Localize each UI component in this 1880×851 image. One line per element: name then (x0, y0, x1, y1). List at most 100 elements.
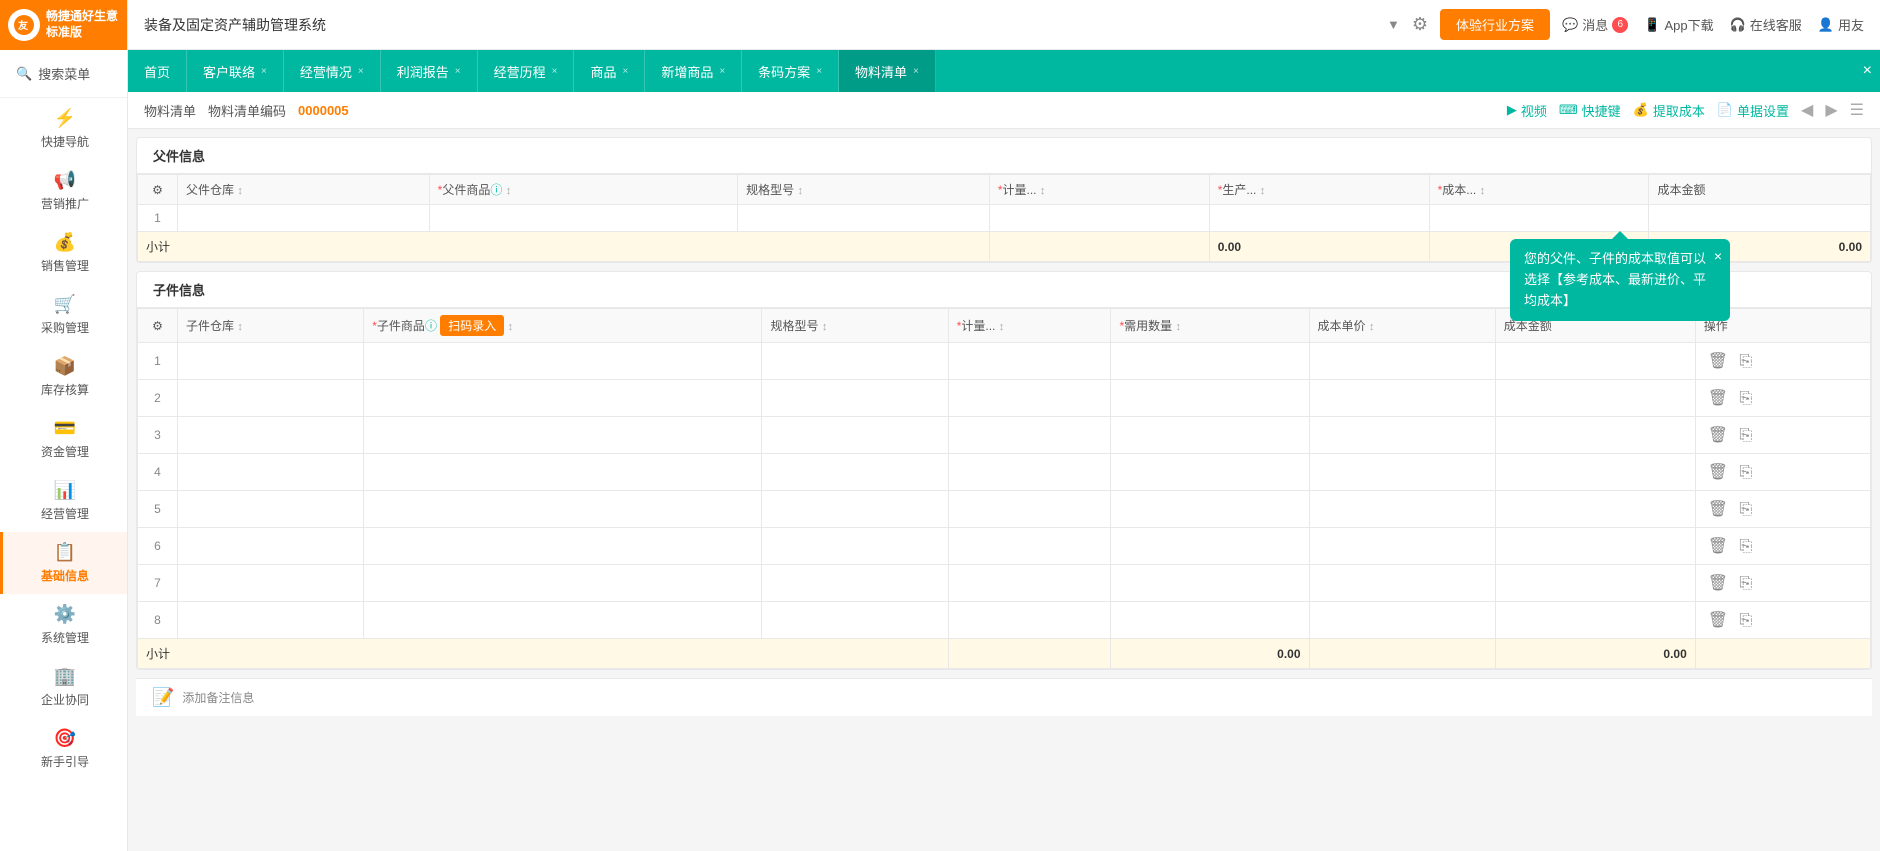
tab-close-icon[interactable]: × (358, 66, 364, 77)
sidebar-item-sales[interactable]: 💰 销售管理 (0, 222, 127, 284)
cell-child-amount[interactable] (1495, 528, 1695, 565)
cell-child-spec[interactable] (762, 528, 948, 565)
tab-close-icon[interactable]: × (455, 66, 461, 77)
tab-close-icon[interactable]: × (552, 66, 558, 77)
sidebar-item-enterprise[interactable]: 🏢 企业协同 (0, 656, 127, 718)
tab-history[interactable]: 经营历程 × (478, 50, 575, 92)
search-menu-button[interactable]: 🔍 搜索菜单 (8, 58, 119, 89)
cell-child-product[interactable] (364, 491, 762, 528)
cell-child-spec[interactable] (762, 602, 948, 639)
info-icon[interactable]: ⓘ (490, 183, 502, 197)
cell-child-amount[interactable] (1495, 417, 1695, 454)
info-icon[interactable]: ⓘ (425, 319, 437, 333)
cell-unit[interactable] (989, 205, 1209, 232)
sort-icon[interactable]: ↕ (1480, 185, 1486, 197)
sort-icon[interactable]: ↕ (1175, 321, 1181, 333)
cell-child-warehouse[interactable] (178, 343, 364, 380)
cell-child-amount[interactable] (1495, 565, 1695, 602)
cell-child-qty[interactable] (1111, 565, 1309, 602)
nav-next-icon[interactable]: ▶ (1825, 100, 1837, 120)
sort-icon[interactable]: ↕ (1260, 185, 1266, 197)
cell-child-unit-cost[interactable] (1309, 380, 1495, 417)
cell-child-product[interactable] (364, 528, 762, 565)
cell-child-unit-cost[interactable] (1309, 491, 1495, 528)
delete-row-button[interactable]: 🗑 (1704, 571, 1732, 595)
copy-row-button[interactable]: ⎘ (1735, 351, 1756, 373)
sidebar-item-inventory[interactable]: 📦 库存核算 (0, 346, 127, 408)
cell-cost[interactable] (1429, 205, 1649, 232)
tab-product[interactable]: 商品 × (574, 50, 645, 92)
cell-child-qty[interactable] (1111, 454, 1309, 491)
cell-product[interactable] (429, 205, 738, 232)
sort-icon[interactable]: ↕ (506, 185, 512, 197)
cell-child-unit[interactable] (948, 565, 1111, 602)
cell-child-amount[interactable] (1495, 491, 1695, 528)
scan-input-button[interactable]: 扫码录入 (440, 315, 504, 336)
sort-icon[interactable]: ↕ (822, 321, 828, 333)
cell-child-warehouse[interactable] (178, 602, 364, 639)
menu-icon[interactable]: ☰ (1850, 100, 1864, 120)
cell-child-qty[interactable] (1111, 417, 1309, 454)
cell-child-unit-cost[interactable] (1309, 343, 1495, 380)
close-tab-icon[interactable]: × (1863, 62, 1872, 80)
cell-child-warehouse[interactable] (178, 417, 364, 454)
th-settings[interactable]: ⚙ (138, 309, 178, 343)
sub-tab-bom-code[interactable]: 物料清单编码 (208, 101, 286, 120)
sidebar-item-guide[interactable]: 🎯 新手引导 (0, 718, 127, 780)
sidebar-item-quick-nav[interactable]: ⚡ 快捷导航 (0, 98, 127, 160)
cell-child-qty[interactable] (1111, 602, 1309, 639)
sidebar-item-marketing[interactable]: 📢 营销推广 (0, 160, 127, 222)
extract-cost-button[interactable]: 💰 提取成本 (1633, 101, 1705, 120)
cell-child-amount[interactable] (1495, 602, 1695, 639)
cell-child-unit[interactable] (948, 343, 1111, 380)
tab-close-icon[interactable]: × (913, 66, 919, 77)
cell-child-warehouse[interactable] (178, 380, 364, 417)
sidebar-item-operations[interactable]: 📊 经营管理 (0, 470, 127, 532)
tab-close-icon[interactable]: × (816, 66, 822, 77)
bottom-bar-text[interactable]: 添加备注信息 (182, 689, 254, 706)
cell-child-unit[interactable] (948, 417, 1111, 454)
cell-child-amount[interactable] (1495, 343, 1695, 380)
cell-child-qty[interactable] (1111, 528, 1309, 565)
copy-row-button[interactable]: ⎘ (1735, 499, 1756, 521)
cell-child-spec[interactable] (762, 491, 948, 528)
cell-child-unit[interactable] (948, 528, 1111, 565)
tab-bom[interactable]: 物料清单 × (839, 50, 936, 92)
sidebar-item-system[interactable]: ⚙️ 系统管理 (0, 594, 127, 656)
cell-child-spec[interactable] (762, 343, 948, 380)
document-settings-button[interactable]: 📄 单据设置 (1717, 101, 1789, 120)
cell-child-product[interactable] (364, 343, 762, 380)
copy-row-button[interactable]: ⎘ (1735, 536, 1756, 558)
sort-icon[interactable]: ↕ (1040, 185, 1046, 197)
cell-child-qty[interactable] (1111, 380, 1309, 417)
tab-barcode[interactable]: 条码方案 × (742, 50, 839, 92)
cell-child-product[interactable] (364, 380, 762, 417)
tab-profit[interactable]: 利润报告 × (381, 50, 478, 92)
copy-row-button[interactable]: ⎘ (1735, 573, 1756, 595)
cell-child-unit-cost[interactable] (1309, 417, 1495, 454)
sort-icon[interactable]: ↕ (508, 321, 514, 333)
cell-child-unit-cost[interactable] (1309, 528, 1495, 565)
cell-child-warehouse[interactable] (178, 528, 364, 565)
tooltip-close-button[interactable]: × (1714, 245, 1722, 267)
delete-row-button[interactable]: 🗑 (1704, 349, 1732, 373)
gear-icon[interactable]: ⚙ (1412, 14, 1428, 35)
delete-row-button[interactable]: 🗑 (1704, 423, 1732, 447)
cell-child-unit-cost[interactable] (1309, 454, 1495, 491)
copy-row-button[interactable]: ⎘ (1735, 425, 1756, 447)
tab-close-icon[interactable]: × (261, 66, 267, 77)
sort-icon[interactable]: ↕ (1369, 321, 1375, 333)
tab-close-icon[interactable]: × (719, 66, 725, 77)
sidebar-item-finance[interactable]: 💳 资金管理 (0, 408, 127, 470)
dropdown-arrow-icon[interactable]: ▼ (1387, 17, 1400, 32)
experience-button[interactable]: 体验行业方案 (1440, 9, 1550, 40)
cell-child-unit-cost[interactable] (1309, 602, 1495, 639)
video-button[interactable]: ▶ 视频 (1507, 101, 1547, 120)
tab-home[interactable]: 首页 (128, 50, 187, 92)
delete-row-button[interactable]: 🗑 (1704, 534, 1732, 558)
cell-amount[interactable] (1649, 205, 1871, 232)
delete-row-button[interactable]: 🗑 (1704, 608, 1732, 632)
cell-child-warehouse[interactable] (178, 565, 364, 602)
cell-warehouse[interactable] (178, 205, 430, 232)
cell-child-spec[interactable] (762, 380, 948, 417)
